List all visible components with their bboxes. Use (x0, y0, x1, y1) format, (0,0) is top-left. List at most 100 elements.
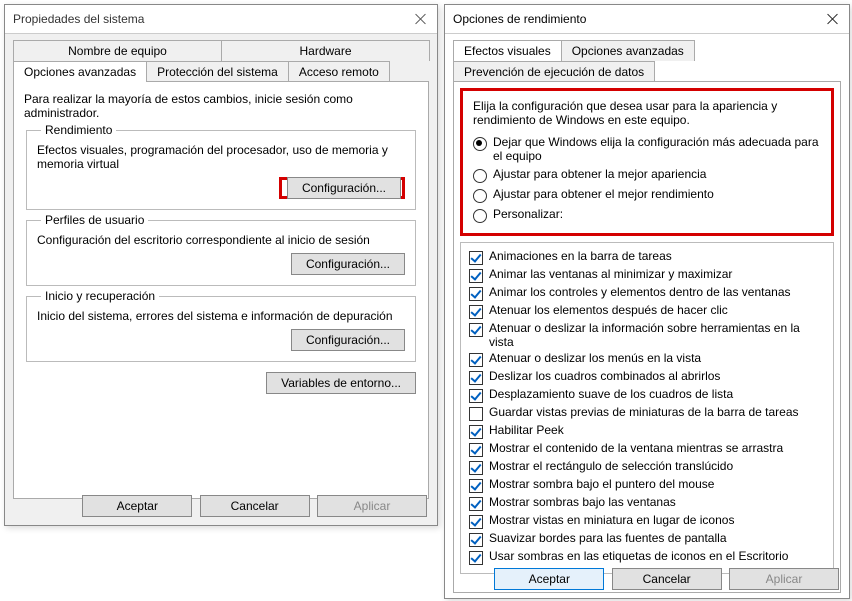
radio-icon (473, 137, 487, 151)
check-label: Animar los controles y elementos dentro … (489, 285, 791, 299)
group-title-profiles: Perfiles de usuario (41, 213, 148, 227)
checkbox-icon (469, 287, 483, 301)
checkbox-icon (469, 305, 483, 319)
check-option-3[interactable]: Atenuar los elementos después de hacer c… (467, 303, 827, 319)
environment-variables-button[interactable]: Variables de entorno... (266, 372, 416, 394)
checkbox-icon (469, 497, 483, 511)
group-title-startup: Inicio y recuperación (41, 289, 159, 303)
title-performance-options: Opciones de rendimiento (453, 12, 825, 26)
performance-desc: Efectos visuales, programación del proce… (37, 143, 405, 171)
check-label: Deslizar los cuadros combinados al abrir… (489, 369, 720, 383)
checkbox-icon (469, 371, 483, 385)
check-option-1[interactable]: Animar las ventanas al minimizar y maxim… (467, 267, 827, 283)
radio-label: Dejar que Windows elija la configuración… (493, 135, 823, 163)
check-option-14[interactable]: Mostrar vistas en miniatura en lugar de … (467, 513, 827, 529)
checkbox-icon (469, 515, 483, 529)
tab-system-protection[interactable]: Protección del sistema (146, 61, 289, 82)
check-label: Usar sombras en las etiquetas de iconos … (489, 549, 788, 563)
tab-hardware[interactable]: Hardware (221, 40, 430, 61)
checkbox-icon (469, 251, 483, 265)
check-option-0[interactable]: Animaciones en la barra de tareas (467, 249, 827, 265)
footer-buttons-left: Aceptar Cancelar Aplicar (78, 495, 427, 517)
panel-advanced: Para realizar la mayoría de estos cambio… (13, 81, 429, 499)
cancel-button[interactable]: Cancelar (200, 495, 310, 517)
check-label: Mostrar sombra bajo el puntero del mouse (489, 477, 714, 491)
startup-config-button[interactable]: Configuración... (291, 329, 405, 351)
radio-option-2[interactable]: Ajustar para obtener el mejor rendimient… (471, 187, 823, 203)
check-label: Atenuar o deslizar los menús en la vista (489, 351, 701, 365)
radio-icon (473, 189, 487, 203)
check-option-10[interactable]: Mostrar el contenido de la ventana mient… (467, 441, 827, 457)
radio-option-3[interactable]: Personalizar: (471, 207, 823, 223)
radio-label: Ajustar para obtener la mejor apariencia (493, 167, 706, 181)
check-option-6[interactable]: Deslizar los cuadros combinados al abrir… (467, 369, 827, 385)
check-label: Mostrar el contenido de la ventana mient… (489, 441, 783, 455)
radio-icon (473, 209, 487, 223)
profiles-desc: Configuración del escritorio correspondi… (37, 233, 405, 247)
ok-button[interactable]: Aceptar (82, 495, 192, 517)
ok-button[interactable]: Aceptar (494, 568, 604, 590)
checkbox-icon (469, 323, 483, 337)
radio-label: Personalizar: (493, 207, 563, 221)
check-label: Desplazamiento suave de los cuadros de l… (489, 387, 733, 401)
tab-remote-access[interactable]: Acceso remoto (288, 61, 390, 82)
group-user-profiles: Perfiles de usuario Configuración del es… (26, 220, 416, 286)
close-icon[interactable] (825, 11, 841, 27)
check-label: Atenuar o deslizar la información sobre … (489, 321, 827, 349)
footer-buttons-right: Aceptar Cancelar Aplicar (490, 568, 839, 590)
radio-option-0[interactable]: Dejar que Windows elija la configuración… (471, 135, 823, 163)
checkbox-icon (469, 407, 483, 421)
tab-advanced-options[interactable]: Opciones avanzadas (13, 61, 147, 82)
profiles-config-button[interactable]: Configuración... (291, 253, 405, 275)
tab-visual-effects[interactable]: Efectos visuales (453, 40, 562, 61)
checkbox-icon (469, 389, 483, 403)
tab-computer-name[interactable]: Nombre de equipo (13, 40, 222, 61)
tabs-system-properties: Nombre de equipo Hardware Opciones avanz… (13, 40, 429, 82)
check-option-9[interactable]: Habilitar Peek (467, 423, 827, 439)
check-option-15[interactable]: Suavizar bordes para las fuentes de pant… (467, 531, 827, 547)
check-option-2[interactable]: Animar los controles y elementos dentro … (467, 285, 827, 301)
check-label: Habilitar Peek (489, 423, 564, 437)
performance-config-button[interactable]: Configuración... (287, 177, 401, 199)
radio-option-1[interactable]: Ajustar para obtener la mejor apariencia (471, 167, 823, 183)
checkbox-icon (469, 461, 483, 475)
group-performance: Rendimiento Efectos visuales, programaci… (26, 130, 416, 210)
check-option-7[interactable]: Desplazamiento suave de los cuadros de l… (467, 387, 827, 403)
close-icon[interactable] (413, 11, 429, 27)
check-label: Suavizar bordes para las fuentes de pant… (489, 531, 727, 545)
radio-label: Ajustar para obtener el mejor rendimient… (493, 187, 714, 201)
check-option-11[interactable]: Mostrar el rectángulo de selección trans… (467, 459, 827, 475)
apply-button[interactable]: Aplicar (729, 568, 839, 590)
highlight-performance-config: Configuración... (279, 177, 405, 199)
panel-visual-effects: Elija la configuración que desea usar pa… (453, 81, 841, 593)
check-option-16[interactable]: Usar sombras en las etiquetas de iconos … (467, 549, 827, 565)
performance-options-window: Opciones de rendimiento Efectos visuales… (444, 4, 850, 599)
cancel-button[interactable]: Cancelar (612, 568, 722, 590)
checkbox-icon (469, 479, 483, 493)
check-option-4[interactable]: Atenuar o deslizar la información sobre … (467, 321, 827, 349)
group-startup-recovery: Inicio y recuperación Inicio del sistema… (26, 296, 416, 362)
tab-dep[interactable]: Prevención de ejecución de datos (453, 61, 655, 82)
title-system-properties: Propiedades del sistema (13, 12, 413, 26)
checkbox-icon (469, 533, 483, 547)
radio-icon (473, 169, 487, 183)
check-label: Mostrar el rectángulo de selección trans… (489, 459, 733, 473)
checkbox-icon (469, 443, 483, 457)
check-option-5[interactable]: Atenuar o deslizar los menús en la vista (467, 351, 827, 367)
check-option-13[interactable]: Mostrar sombras bajo las ventanas (467, 495, 827, 511)
checkbox-icon (469, 551, 483, 565)
check-option-12[interactable]: Mostrar sombra bajo el puntero del mouse (467, 477, 827, 493)
check-label: Atenuar los elementos después de hacer c… (489, 303, 728, 317)
tab-advanced[interactable]: Opciones avanzadas (561, 40, 695, 61)
check-option-8[interactable]: Guardar vistas previas de miniaturas de … (467, 405, 827, 421)
visual-effects-list[interactable]: Animaciones en la barra de tareas Animar … (460, 242, 834, 574)
apply-button[interactable]: Aplicar (317, 495, 427, 517)
visual-effects-desc: Elija la configuración que desea usar pa… (473, 99, 821, 127)
checkbox-icon (469, 425, 483, 439)
admin-note: Para realizar la mayoría de estos cambio… (24, 92, 418, 120)
titlebar-system-properties: Propiedades del sistema (5, 5, 437, 34)
group-title-performance: Rendimiento (41, 123, 116, 137)
check-label: Mostrar vistas en miniatura en lugar de … (489, 513, 734, 527)
system-properties-window: Propiedades del sistema Nombre de equipo… (4, 4, 438, 526)
check-label: Animar las ventanas al minimizar y maxim… (489, 267, 732, 281)
